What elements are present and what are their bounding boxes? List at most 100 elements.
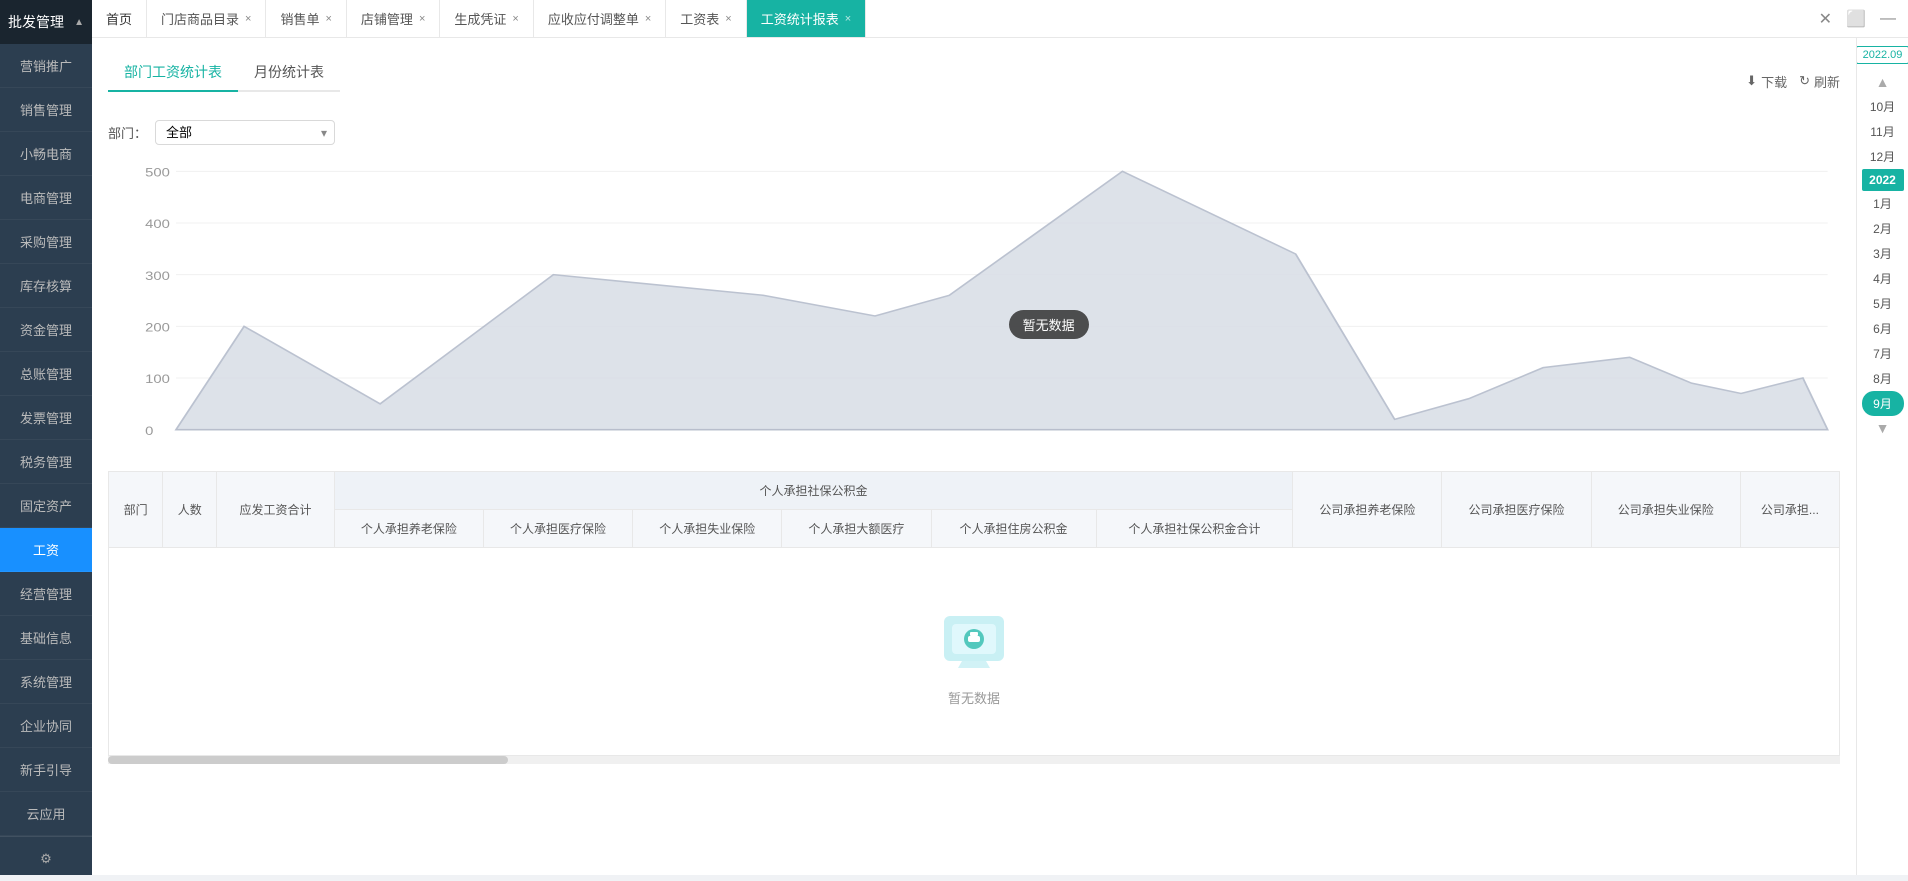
- minimize-window-icon[interactable]: —: [1876, 6, 1900, 32]
- sidebar-item-基础信息[interactable]: 基础信息: [0, 616, 92, 660]
- refresh-label: 刷新: [1814, 72, 1840, 91]
- col-personal-housing: 个人承担住房公积金: [931, 510, 1096, 548]
- svg-text:500: 500: [145, 166, 170, 180]
- filter-dept-select[interactable]: 全部: [155, 120, 335, 145]
- svg-text:100: 100: [145, 372, 170, 386]
- sidebar-item-小畅电商[interactable]: 小畅电商: [0, 132, 92, 176]
- timeline-month-7[interactable]: 7月: [1862, 341, 1904, 366]
- refresh-button[interactable]: ↻ 刷新: [1799, 72, 1840, 91]
- sub-tab-dept[interactable]: 部门工资统计表: [108, 54, 238, 92]
- sidebar-item-企业协同[interactable]: 企业协同: [0, 704, 92, 748]
- sidebar-top-label: 批发管理: [8, 12, 64, 32]
- sidebar-settings[interactable]: ⚙: [0, 836, 92, 881]
- timeline-month-11[interactable]: 11月: [1862, 119, 1904, 144]
- sidebar-item-销售管理[interactable]: 销售管理: [0, 88, 92, 132]
- sidebar-item-总账管理[interactable]: 总账管理: [0, 352, 92, 396]
- download-label: 下载: [1761, 72, 1787, 91]
- sidebar: 批发管理 ▲ 营销推广销售管理小畅电商电商管理采购管理库存核算资金管理总账管理发…: [0, 0, 92, 875]
- tab-店铺管理[interactable]: 店铺管理×: [347, 0, 440, 37]
- timeline-month-1[interactable]: 1月: [1862, 191, 1904, 216]
- timeline-month-2[interactable]: 2月: [1862, 216, 1904, 241]
- sidebar-item-库存核算[interactable]: 库存核算: [0, 264, 92, 308]
- sidebar-item-系统管理[interactable]: 系统管理: [0, 660, 92, 704]
- timeline-year-2022: 2022: [1862, 169, 1904, 191]
- col-personal-total: 个人承担社保公积金合计: [1096, 510, 1293, 548]
- chart-container: 500 400 300 200 100 0: [108, 161, 1840, 471]
- tab-close-应收应付调整单[interactable]: ×: [645, 13, 651, 25]
- svg-text:300: 300: [145, 269, 170, 283]
- col-company-medical: 公司承担医疗保险: [1442, 472, 1591, 548]
- toolbar-actions: ⬇ 下载 ↻ 刷新: [1746, 72, 1840, 91]
- empty-text: 暂无数据: [948, 688, 1000, 707]
- sidebar-top-menu[interactable]: 批发管理 ▲: [0, 0, 92, 44]
- data-table: 部门 人数 应发工资合计 个人承担社保公积金 公司承担养老保险 公司承担医疗保险…: [108, 471, 1840, 756]
- tab-门店商品目录[interactable]: 门店商品目录×: [147, 0, 266, 37]
- tab-bar: 首页门店商品目录×销售单×店铺管理×生成凭证×应收应付调整单×工资表×工资统计报…: [92, 0, 1908, 38]
- sidebar-item-电商管理[interactable]: 电商管理: [0, 176, 92, 220]
- col-personal-pension: 个人承担养老保险: [334, 510, 483, 548]
- sidebar-item-云应用[interactable]: 云应用: [0, 792, 92, 836]
- tab-close-生成凭证[interactable]: ×: [512, 13, 518, 25]
- chart-svg: 500 400 300 200 100 0: [108, 161, 1840, 471]
- close-window-icon[interactable]: ✕: [1815, 5, 1836, 33]
- horizontal-scrollbar[interactable]: [108, 756, 1840, 764]
- sidebar-item-资金管理[interactable]: 资金管理: [0, 308, 92, 352]
- tab-生成凭证[interactable]: 生成凭证×: [440, 0, 533, 37]
- col-group-personal: 个人承担社保公积金: [334, 472, 1293, 510]
- tab-close-门店商品目录[interactable]: ×: [245, 13, 251, 25]
- tab-工资统计报表[interactable]: 工资统计报表×: [747, 0, 866, 37]
- svg-text:200: 200: [145, 321, 170, 335]
- sidebar-item-工资[interactable]: 工资: [0, 528, 92, 572]
- timeline-month-12[interactable]: 12月: [1862, 144, 1904, 169]
- sub-tabs: 部门工资统计表 月份统计表: [108, 54, 340, 92]
- col-dept: 部门: [109, 472, 163, 548]
- sidebar-item-发票管理[interactable]: 发票管理: [0, 396, 92, 440]
- col-total-salary: 应发工资合计: [217, 472, 335, 548]
- settings-icon: ⚙: [40, 851, 52, 866]
- empty-state: 暂无数据: [117, 556, 1831, 747]
- sub-tab-month[interactable]: 月份统计表: [238, 54, 340, 92]
- timeline-month-3[interactable]: 3月: [1862, 241, 1904, 266]
- timeline-down-nav[interactable]: ▼: [1872, 416, 1894, 440]
- page-content: 部门工资统计表 月份统计表 ⬇ 下载 ↻ 刷新 部门：: [92, 38, 1856, 875]
- timeline-up-nav[interactable]: ▲: [1872, 70, 1894, 94]
- col-company-unemployment: 公司承担失业保险: [1591, 472, 1740, 548]
- table-empty-cell: 暂无数据: [109, 548, 1840, 756]
- tab-close-工资表[interactable]: ×: [725, 13, 731, 25]
- timeline-month-9[interactable]: 9月: [1862, 391, 1904, 416]
- restore-window-icon[interactable]: ⬜: [1842, 5, 1870, 33]
- tab-首页[interactable]: 首页: [92, 0, 147, 37]
- timeline-month-10[interactable]: 10月: [1862, 94, 1904, 119]
- tab-close-销售单[interactable]: ×: [325, 13, 331, 25]
- col-personal-unemployment: 个人承担失业保险: [633, 510, 782, 548]
- svg-text:400: 400: [145, 217, 170, 231]
- sidebar-item-税务管理[interactable]: 税务管理: [0, 440, 92, 484]
- timeline-panel: 2022.09 ▲ 10月 11月 12月 2022 1月 2月 3月 4月 5…: [1856, 38, 1908, 875]
- timeline-header: 2022.09: [1856, 46, 1908, 64]
- sidebar-top-arrow: ▲: [74, 17, 84, 28]
- col-count: 人数: [163, 472, 217, 548]
- tab-销售单[interactable]: 销售单×: [266, 0, 346, 37]
- filter-dept-select-wrapper: 全部: [155, 120, 335, 145]
- sidebar-item-营销推广[interactable]: 营销推广: [0, 44, 92, 88]
- timeline-month-6[interactable]: 6月: [1862, 316, 1904, 341]
- chart-no-data-tooltip: 暂无数据: [1009, 310, 1089, 339]
- timeline-month-4[interactable]: 4月: [1862, 266, 1904, 291]
- sidebar-item-固定资产[interactable]: 固定资产: [0, 484, 92, 528]
- sidebar-item-新手引导[interactable]: 新手引导: [0, 748, 92, 792]
- sidebar-item-经营管理[interactable]: 经营管理: [0, 572, 92, 616]
- timeline-month-8[interactable]: 8月: [1862, 366, 1904, 391]
- content-area: 部门工资统计表 月份统计表 ⬇ 下载 ↻ 刷新 部门：: [92, 38, 1908, 875]
- download-button[interactable]: ⬇ 下载: [1746, 72, 1787, 91]
- filter-dept-label: 部门：: [108, 123, 147, 142]
- sidebar-item-采购管理[interactable]: 采购管理: [0, 220, 92, 264]
- timeline-month-5[interactable]: 5月: [1862, 291, 1904, 316]
- col-company-other: 公司承担...: [1740, 472, 1839, 548]
- refresh-icon: ↻: [1799, 73, 1810, 89]
- main-area: 首页门店商品目录×销售单×店铺管理×生成凭证×应收应付调整单×工资表×工资统计报…: [92, 0, 1908, 875]
- tab-close-工资统计报表[interactable]: ×: [845, 13, 851, 25]
- tab-工资表[interactable]: 工资表×: [666, 0, 746, 37]
- tab-应收应付调整单[interactable]: 应收应付调整单×: [534, 0, 666, 37]
- empty-icon: [934, 596, 1014, 676]
- tab-close-店铺管理[interactable]: ×: [419, 13, 425, 25]
